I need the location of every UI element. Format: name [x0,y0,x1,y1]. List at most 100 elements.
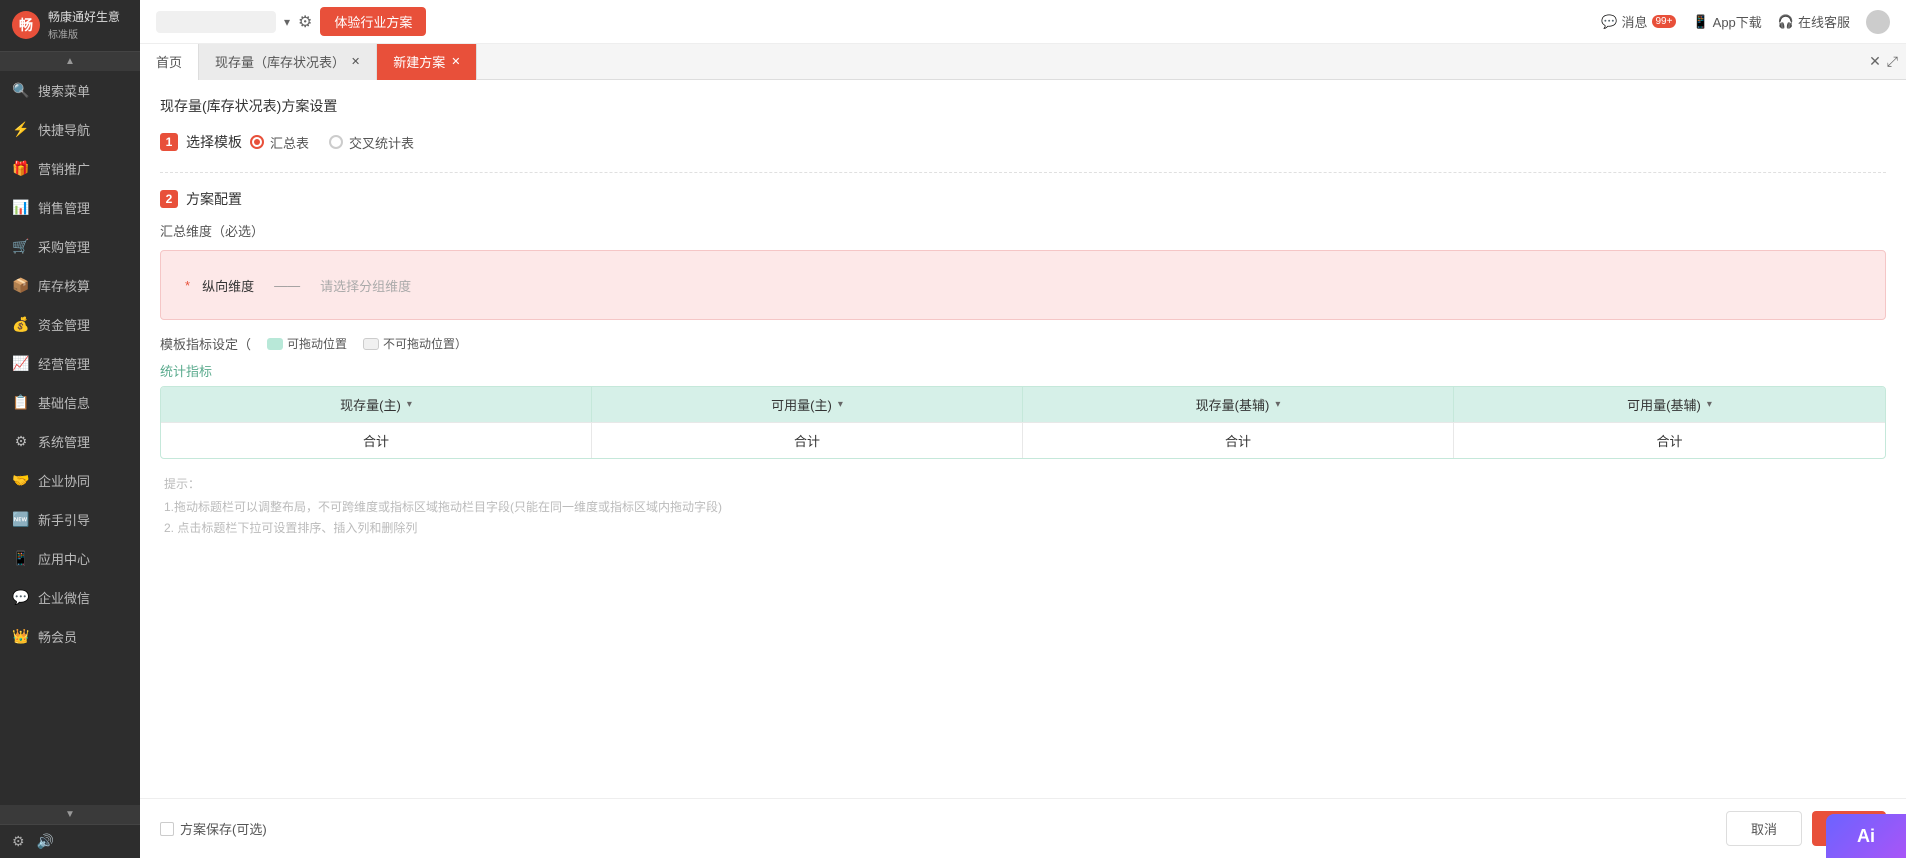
dim-placeholder: 请选择分组维度 [320,276,411,295]
nav-icon-member: 👑 [12,627,30,645]
tab-new-scheme[interactable]: 新建方案 ✕ [377,44,477,80]
sidebar-item-base-info[interactable]: 📋基础信息 [0,383,140,422]
nav-label-member: 畅会员 [38,627,77,646]
dim-dash: —— [274,278,300,293]
speaker-icon[interactable]: 🔊 [37,833,54,850]
nav-label-search: 搜索菜单 [38,81,90,100]
indicator-label: 模板指标设定（ [160,334,251,353]
section-2-title: 方案配置 [186,189,242,209]
radio-cross-table[interactable]: 交叉统计表 [329,133,414,152]
save-checkbox-box[interactable] [160,822,174,836]
tab-inventory-status[interactable]: 现存量（库存状况表） ✕ [199,44,377,80]
section-1-header: 1 选择模板 汇总表 交叉统计表 [160,132,1886,152]
headset-icon: 🎧 [1778,14,1794,30]
col-chevron-icon[interactable]: ▾ [838,399,843,410]
user-avatar[interactable] [1866,10,1890,34]
sidebar-item-search[interactable]: 🔍搜索菜单 [0,71,140,110]
page-footer: 方案保存(可选) 取消 查询 [140,798,1906,858]
nav-icon-new-guide: 🆕 [12,510,30,528]
stats-section: 统计指标 现存量(主)▾可用量(主)▾现存量(基辅)▾可用量(基辅)▾ 合计合计… [160,361,1886,459]
stats-col-cell: 合计 [592,422,1023,458]
col-chevron-icon[interactable]: ▾ [1275,399,1280,410]
nav-icon-base-info: 📋 [12,393,30,411]
settings-icon[interactable]: ⚙ [12,833,25,850]
tab-new-scheme-close-icon[interactable]: ✕ [451,55,460,68]
tab-expand-icon[interactable]: ⤢ [1887,53,1898,70]
tab-home-label: 首页 [156,52,182,71]
save-checkbox[interactable]: 方案保存(可选) [160,819,267,838]
nav-label-purchase: 采购管理 [38,237,90,256]
cancel-button[interactable]: 取消 [1726,811,1802,846]
sidebar-nav: 🔍搜索菜单⚡快捷导航🎁营销推广📊销售管理🛒采购管理📦库存核算💰资金管理📈经营管理… [0,71,140,805]
sidebar-item-finance[interactable]: 💰资金管理 [0,305,140,344]
nav-icon-cooperation: 🤝 [12,471,30,489]
app-download-item[interactable]: 📱 App下载 [1692,12,1761,31]
nav-label-system: 系统管理 [38,432,90,451]
tips-title: 提示： [164,475,1882,492]
tips-item-2: 2. 点击标题栏下拉可设置排序、插入列和删除列 [164,519,1882,536]
nav-label-inventory: 库存核算 [38,276,90,295]
indicator-fixed-badge: 不可拖动位置） [363,335,467,352]
tips-section: 提示： 1.拖动标题栏可以调整布局，不可跨维度或指标区域拖动栏目字段(只能在同一… [160,475,1886,536]
stats-col-header[interactable]: 现存量(基辅)▾ [1023,387,1454,422]
nav-label-app-center: 应用中心 [38,549,90,568]
sidebar-item-system[interactable]: ⚙系统管理 [0,422,140,461]
sidebar-scroll-down[interactable]: ▼ [0,805,140,824]
col-header-label: 可用量(主) [771,395,832,414]
message-item[interactable]: 💬 消息 99+ [1601,12,1676,31]
stats-col-header[interactable]: 可用量(基辅)▾ [1454,387,1885,422]
nav-label-marketing: 营销推广 [38,159,90,178]
col-chevron-icon[interactable]: ▾ [407,399,412,410]
radio-summary-table[interactable]: 汇总表 [250,133,309,152]
radio-cross-label: 交叉统计表 [349,133,414,152]
sidebar-item-wechat[interactable]: 💬企业微信 [0,578,140,617]
movable-dot [267,338,283,350]
message-badge: 99+ [1652,15,1677,28]
section-2: 2 方案配置 汇总维度（必选） * 纵向维度 —— 请选择分组维度 模板指标设定… [160,189,1886,536]
tabs-bar: 首页 现存量（库存状况表） ✕ 新建方案 ✕ ✕ ⤢ [140,44,1906,80]
online-service-item[interactable]: 🎧 在线客服 [1778,12,1850,31]
sidebar-item-app-center[interactable]: 📱应用中心 [0,539,140,578]
section-2-header: 2 方案配置 [160,189,1886,209]
col-chevron-icon[interactable]: ▾ [1707,399,1712,410]
dim-area[interactable]: * 纵向维度 —— 请选择分组维度 [160,250,1886,320]
app-download-label: App下载 [1713,12,1762,31]
indicator-row: 模板指标设定（ 可拖动位置 不可拖动位置） [160,334,1886,353]
sidebar-item-inventory[interactable]: 📦库存核算 [0,266,140,305]
nav-icon-operations: 📈 [12,354,30,372]
stats-col-header[interactable]: 现存量(主)▾ [161,387,592,422]
sidebar-item-new-guide[interactable]: 🆕新手引导 [0,500,140,539]
topbar-search-input[interactable] [156,11,276,33]
sidebar-item-operations[interactable]: 📈经营管理 [0,344,140,383]
ai-button[interactable]: Ai [1826,814,1906,858]
radio-cross-dot [329,135,343,149]
trial-btn[interactable]: 体验行业方案 [320,7,426,36]
sidebar-item-purchase[interactable]: 🛒采购管理 [0,227,140,266]
topbar-dropdown-icon[interactable]: ▾ [284,15,290,29]
stats-table-header: 现存量(主)▾可用量(主)▾现存量(基辅)▾可用量(基辅)▾ [161,387,1885,422]
indicator-movable-badge: 可拖动位置 [267,335,347,352]
tab-home[interactable]: 首页 [140,44,199,80]
stats-label: 统计指标 [160,361,1886,380]
radio-summary-label: 汇总表 [270,133,309,152]
sidebar-item-cooperation[interactable]: 🤝企业协同 [0,461,140,500]
nav-icon-finance: 💰 [12,315,30,333]
tab-close-window-icon[interactable]: ✕ [1869,53,1881,70]
sidebar-item-marketing[interactable]: 🎁营销推广 [0,149,140,188]
dim-label: 汇总维度（必选） [160,221,1886,240]
sidebar-scroll-up[interactable]: ▲ [0,52,140,71]
sidebar-item-sales[interactable]: 📊销售管理 [0,188,140,227]
fixed-dot [363,338,379,350]
dim-field-name: 纵向维度 [202,276,254,295]
topbar-settings-icon[interactable]: ⚙ [298,12,312,32]
app-download-icon: 📱 [1692,14,1708,30]
sidebar-item-quick-nav[interactable]: ⚡快捷导航 [0,110,140,149]
tab-inventory-close-icon[interactable]: ✕ [351,55,360,68]
stats-col-header[interactable]: 可用量(主) ▾ [592,387,1023,422]
stats-table-body: 合计合计合计合计 [161,422,1885,458]
stats-col-cell: 合计 [1454,422,1885,458]
message-label: 消息 [1621,12,1647,31]
stats-col-cell: 合计 [161,422,592,458]
save-checkbox-label: 方案保存(可选) [180,819,267,838]
sidebar-item-member[interactable]: 👑 畅会员 [0,617,140,656]
